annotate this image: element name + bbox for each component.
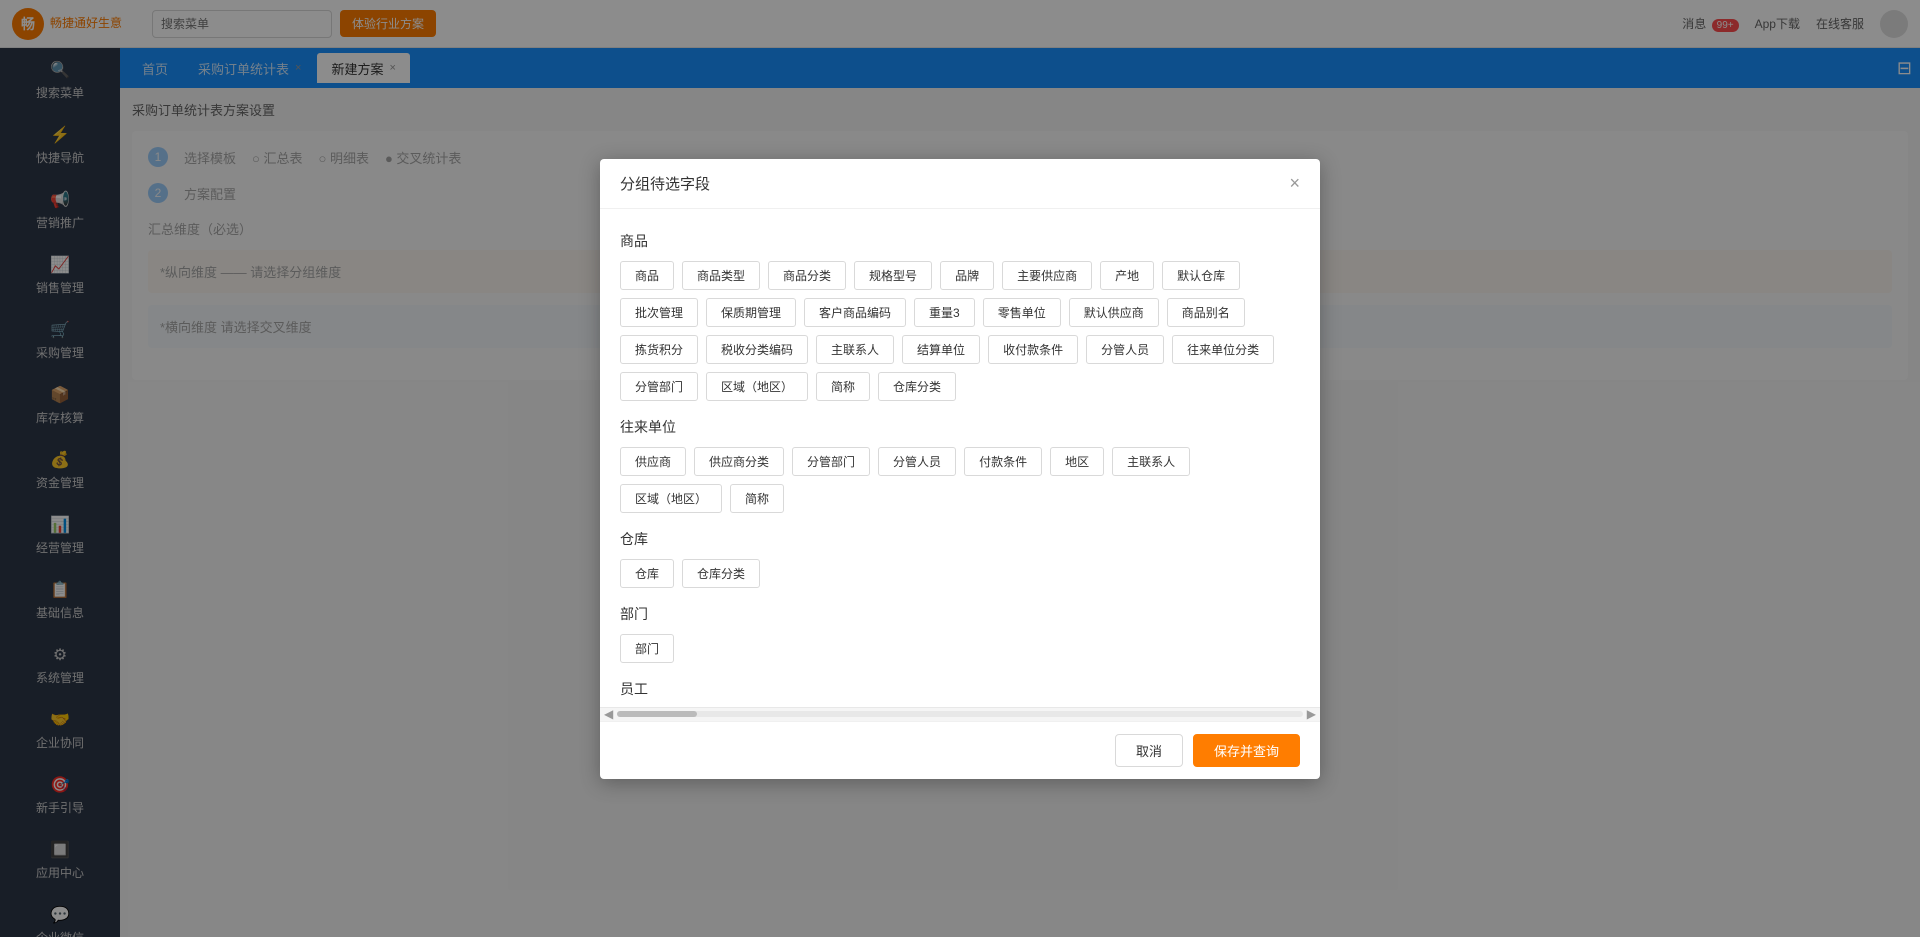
field-tag[interactable]: 简称 xyxy=(816,372,870,401)
field-tag[interactable]: 分管部门 xyxy=(620,372,698,401)
hscroll-right-arrow[interactable]: ▶ xyxy=(1307,707,1316,721)
hscroll-track xyxy=(617,711,1303,717)
field-tag[interactable]: 主联系人 xyxy=(1112,447,1190,476)
field-tag[interactable]: 商品类型 xyxy=(682,261,760,290)
field-tag[interactable]: 商品 xyxy=(620,261,674,290)
field-tag[interactable]: 主联系人 xyxy=(816,335,894,364)
field-tag[interactable]: 分管部门 xyxy=(792,447,870,476)
field-tag[interactable]: 税收分类编码 xyxy=(706,335,808,364)
modal-hscroll[interactable]: ◀ ▶ xyxy=(600,707,1320,721)
modal-title: 分组待选字段 xyxy=(620,173,710,194)
field-grid-product: 商品 商品类型 商品分类 规格型号 品牌 主要供应商 产地 默认仓库 批次管理 … xyxy=(620,261,1300,401)
field-grid-department: 部门 xyxy=(620,634,1300,663)
field-tag[interactable]: 规格型号 xyxy=(854,261,932,290)
save-button[interactable]: 保存并查询 xyxy=(1193,734,1300,767)
field-tag[interactable]: 重量3 xyxy=(914,298,975,327)
modal-header: 分组待选字段 × xyxy=(600,159,1320,209)
field-tag[interactable]: 品牌 xyxy=(940,261,994,290)
field-tag[interactable]: 区域（地区） xyxy=(620,484,722,513)
field-tag[interactable]: 仓库 xyxy=(620,559,674,588)
field-tag[interactable]: 付款条件 xyxy=(964,447,1042,476)
field-tag[interactable]: 拣货积分 xyxy=(620,335,698,364)
section-title-warehouse: 仓库 xyxy=(620,529,1300,549)
field-tag[interactable]: 部门 xyxy=(620,634,674,663)
field-tag[interactable]: 分管人员 xyxy=(878,447,956,476)
field-tag[interactable]: 结算单位 xyxy=(902,335,980,364)
cancel-button[interactable]: 取消 xyxy=(1115,734,1183,767)
hscroll-left-arrow[interactable]: ◀ xyxy=(604,707,613,721)
section-title-employee: 员工 xyxy=(620,679,1300,699)
field-tag[interactable]: 客户商品编码 xyxy=(804,298,906,327)
field-tag[interactable]: 地区 xyxy=(1050,447,1104,476)
field-tag[interactable]: 产地 xyxy=(1100,261,1154,290)
field-grid-warehouse: 仓库 仓库分类 xyxy=(620,559,1300,588)
field-tag[interactable]: 默认供应商 xyxy=(1069,298,1159,327)
section-title-product: 商品 xyxy=(620,231,1300,251)
field-tag[interactable]: 供应商分类 xyxy=(694,447,784,476)
section-title-department: 部门 xyxy=(620,604,1300,624)
field-tag[interactable]: 主要供应商 xyxy=(1002,261,1092,290)
field-tag[interactable]: 保质期管理 xyxy=(706,298,796,327)
hscroll-thumb[interactable] xyxy=(617,711,697,717)
field-tag[interactable]: 商品别名 xyxy=(1167,298,1245,327)
field-tag[interactable]: 供应商 xyxy=(620,447,686,476)
field-tag[interactable]: 分管人员 xyxy=(1086,335,1164,364)
field-tag[interactable]: 默认仓库 xyxy=(1162,261,1240,290)
modal-body[interactable]: 商品 商品 商品类型 商品分类 规格型号 品牌 主要供应商 产地 默认仓库 批次… xyxy=(600,209,1320,707)
modal-close-btn[interactable]: × xyxy=(1289,174,1300,192)
field-tag[interactable]: 零售单位 xyxy=(983,298,1061,327)
field-tag[interactable]: 仓库分类 xyxy=(682,559,760,588)
field-tag[interactable]: 收付款条件 xyxy=(988,335,1078,364)
field-tag[interactable]: 区域（地区） xyxy=(706,372,808,401)
field-tag[interactable]: 商品分类 xyxy=(768,261,846,290)
modal-overlay: 分组待选字段 × 商品 商品 商品类型 商品分类 规格型号 品牌 主要供应商 产… xyxy=(0,0,1920,937)
section-title-partner: 往来单位 xyxy=(620,417,1300,437)
field-tag[interactable]: 仓库分类 xyxy=(878,372,956,401)
modal: 分组待选字段 × 商品 商品 商品类型 商品分类 规格型号 品牌 主要供应商 产… xyxy=(600,159,1320,779)
field-tag[interactable]: 批次管理 xyxy=(620,298,698,327)
field-grid-partner: 供应商 供应商分类 分管部门 分管人员 付款条件 地区 主联系人 区域（地区） … xyxy=(620,447,1300,513)
modal-footer: 取消 保存并查询 xyxy=(600,721,1320,779)
field-tag[interactable]: 简称 xyxy=(730,484,784,513)
field-tag[interactable]: 往来单位分类 xyxy=(1172,335,1274,364)
